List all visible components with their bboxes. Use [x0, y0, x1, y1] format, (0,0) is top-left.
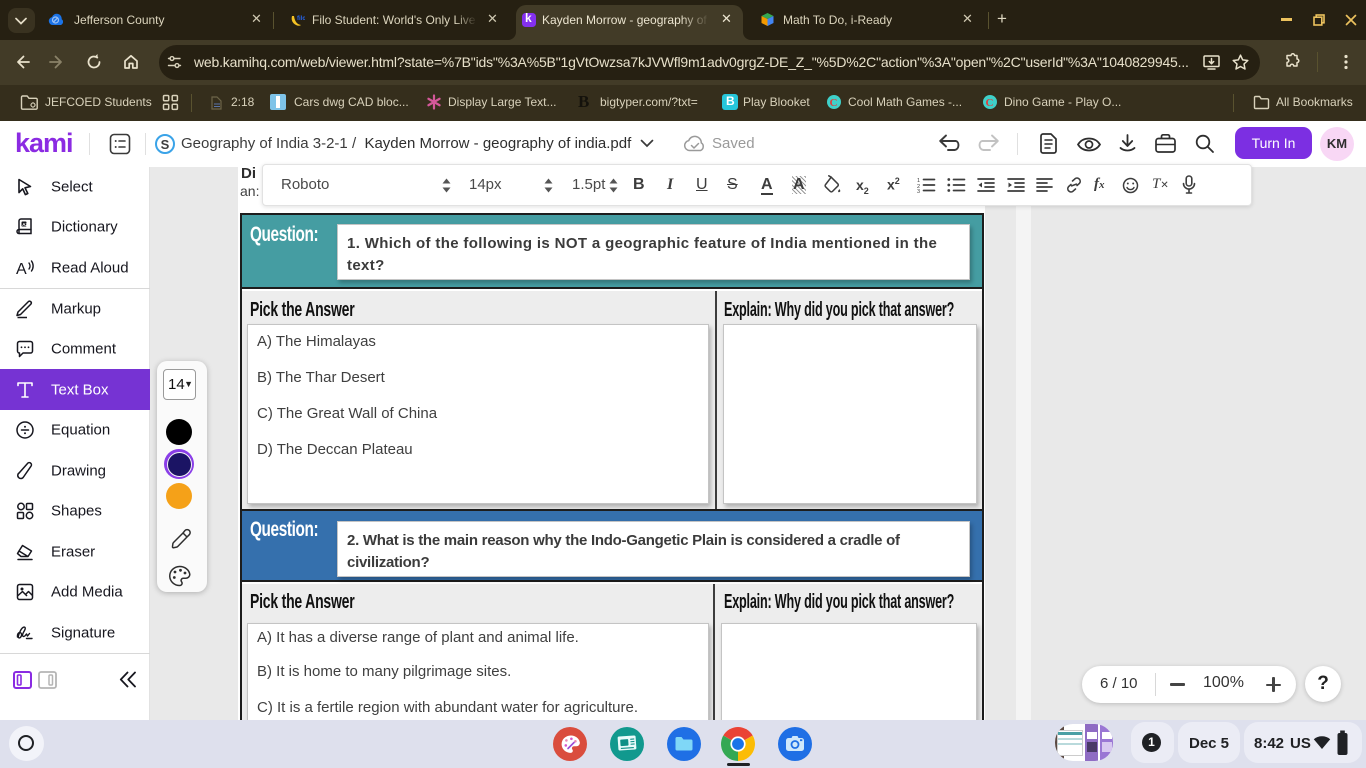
svg-text:A: A	[16, 261, 27, 278]
svg-text:3: 3	[917, 189, 920, 193]
svg-text:Az: Az	[22, 222, 28, 227]
svg-text:C: C	[986, 97, 994, 109]
svg-text:C: C	[830, 97, 838, 109]
svg-text:filo: filo	[297, 16, 305, 22]
